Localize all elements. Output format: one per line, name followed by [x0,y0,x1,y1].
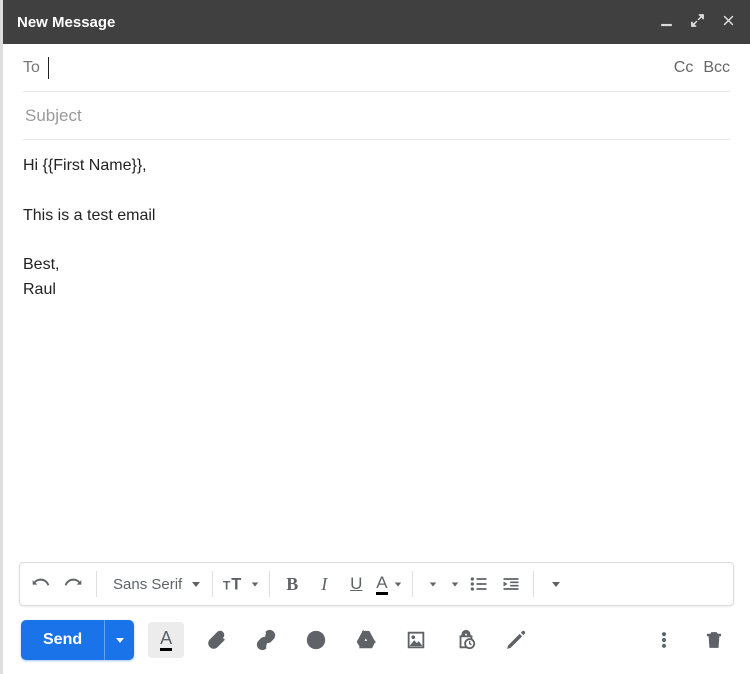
chevron-down-icon [429,582,435,586]
chevron-down-icon [451,582,457,586]
redo-button[interactable] [58,566,90,602]
compose-window: New Message To Cc Bcc [0,0,750,674]
send-button-group: Send [21,620,134,660]
separator [533,571,534,597]
chevron-down-icon [252,582,258,586]
drive-icon [355,629,377,651]
discard-draft-button[interactable] [696,622,732,658]
outdent-button[interactable] [495,566,527,602]
toggle-formatting-button[interactable]: A [148,622,184,658]
more-formatting-button[interactable] [540,566,572,602]
undo-button[interactable] [26,566,58,602]
insert-photo-button[interactable] [398,622,434,658]
align-button[interactable] [419,566,441,602]
confidential-mode-button[interactable] [448,622,484,658]
to-label: To [23,59,40,77]
recipients-row[interactable]: To Cc Bcc [23,44,730,92]
cc-button[interactable]: Cc [674,59,694,77]
separator [412,571,413,597]
font-size-button[interactable]: T T [219,566,263,602]
trash-icon [704,630,724,650]
link-icon [255,629,277,651]
image-icon [405,629,427,651]
lock-clock-icon [455,629,477,651]
titlebar: New Message [3,0,750,44]
insert-signature-button[interactable] [498,622,534,658]
svg-text:T: T [231,576,241,594]
separator [96,571,97,597]
subject-input[interactable] [23,101,730,131]
separator [269,571,270,597]
font-family-picker[interactable]: Sans Serif [103,566,206,602]
bcc-button[interactable]: Bcc [703,59,730,77]
numbered-list-button[interactable] [441,566,463,602]
separator [212,571,213,597]
action-bar: Send A [3,606,750,674]
pen-icon [505,629,527,651]
send-options-button[interactable] [104,620,134,660]
chevron-down-icon [394,582,400,586]
minimize-icon[interactable] [659,13,674,32]
chevron-down-icon [116,638,124,643]
font-family-label: Sans Serif [113,576,182,593]
underline-button[interactable]: U [340,566,372,602]
message-body[interactable]: Hi {{First Name}}, This is a test email … [3,140,750,562]
close-icon[interactable] [721,13,736,32]
chevron-down-icon [552,582,560,587]
to-input[interactable] [49,55,674,81]
window-controls [659,13,736,32]
paperclip-icon [205,629,227,651]
more-options-button[interactable] [646,622,682,658]
emoji-icon [305,629,327,651]
cc-bcc-group: Cc Bcc [674,59,730,77]
fullscreen-icon[interactable] [690,13,705,32]
italic-button[interactable]: I [308,566,340,602]
more-vertical-icon [654,630,674,650]
bulleted-list-button[interactable] [463,566,495,602]
svg-text:T: T [223,579,231,593]
send-button[interactable]: Send [21,620,104,660]
insert-drive-button[interactable] [348,622,384,658]
bold-button[interactable]: B [276,566,308,602]
text-format-icon: A [160,629,172,651]
formatting-toolbar: Sans Serif T T B I U A [19,562,734,606]
window-title: New Message [17,14,659,31]
insert-link-button[interactable] [248,622,284,658]
insert-emoji-button[interactable] [298,622,334,658]
chevron-down-icon [192,582,200,587]
subject-row [23,92,730,140]
formatting-toolbar-wrap: Sans Serif T T B I U A [3,562,750,606]
text-color-button[interactable]: A [372,566,405,602]
attach-file-button[interactable] [198,622,234,658]
